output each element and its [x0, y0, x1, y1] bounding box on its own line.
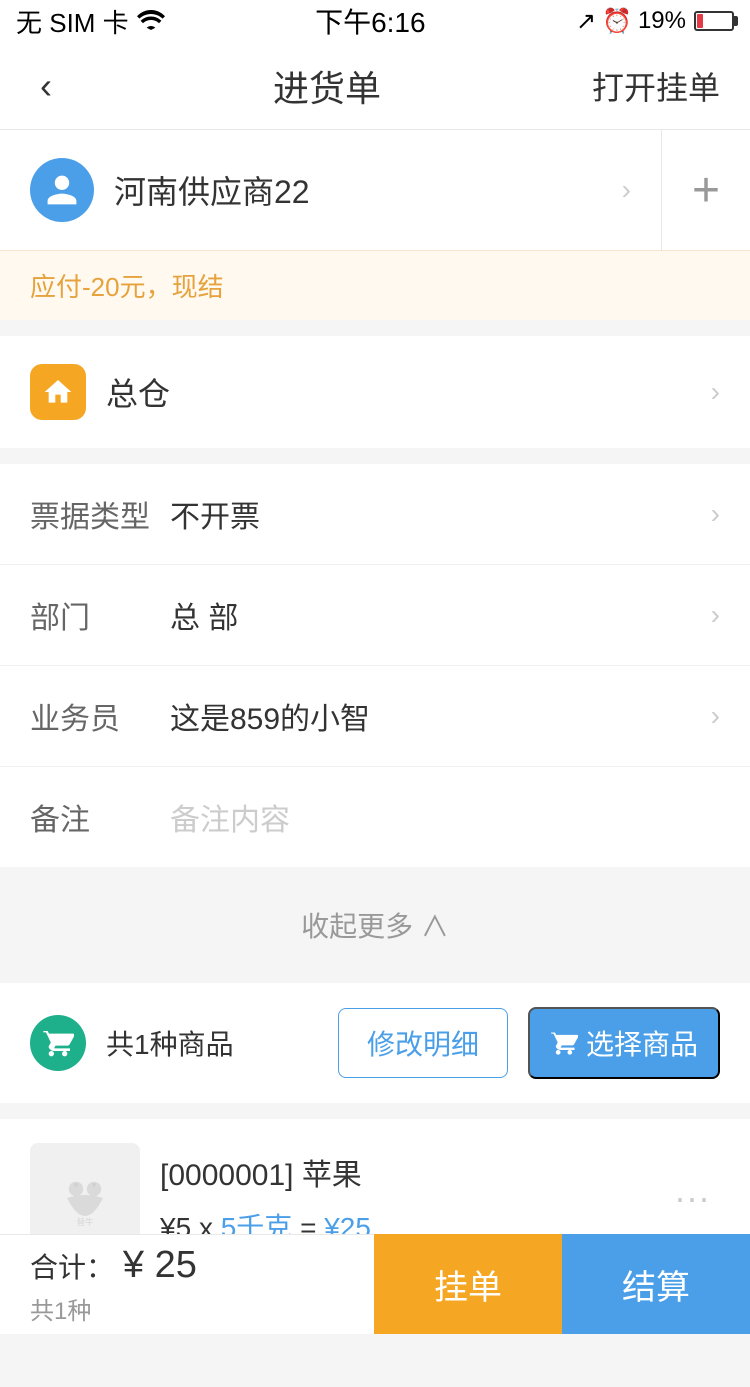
department-label: 部门 — [30, 593, 160, 637]
product-name: [0000001] 苹果 — [160, 1150, 644, 1194]
more-options-button[interactable]: ··· — [664, 1167, 720, 1229]
hang-order-button[interactable]: 挂单 — [374, 1234, 562, 1334]
wifi-icon — [137, 6, 165, 37]
supplier-name: 河南供应商22 — [114, 167, 612, 213]
salesman-row[interactable]: 业务员 这是859的小智 › — [0, 666, 750, 767]
status-left: 无 SIM 卡 — [16, 3, 165, 40]
settle-button[interactable]: 结算 — [562, 1234, 750, 1334]
warehouse-icon — [30, 364, 86, 420]
edit-detail-button[interactable]: 修改明细 — [338, 1008, 508, 1078]
product-code: [0000001] — [160, 1159, 293, 1192]
product-placeholder-icon: 替牛 — [55, 1168, 115, 1228]
select-product-label: 选择商品 — [586, 1023, 698, 1063]
svg-text:替牛: 替牛 — [77, 1217, 94, 1227]
department-value: 总 部 — [160, 593, 701, 637]
chevron-right-icon: › — [711, 498, 720, 530]
department-row[interactable]: 部门 总 部 › — [0, 565, 750, 666]
select-product-button[interactable]: 选择商品 — [528, 1007, 720, 1079]
alarm-icon: ⏰ — [602, 7, 632, 36]
remark-row[interactable]: 备注 备注内容 — [0, 767, 750, 867]
product-count: 共1种商品 — [106, 1023, 318, 1063]
warehouse-name: 总仓 — [106, 369, 701, 415]
nav-bar: ‹ 进货单 打开挂单 — [0, 42, 750, 130]
supplier-selector[interactable]: 河南供应商22 › — [0, 130, 662, 250]
total-section: 合计： ¥ 25 共1种 — [0, 1234, 374, 1334]
back-button[interactable]: ‹ — [30, 55, 62, 117]
product-info: [0000001] 苹果 ¥5 x 5千克 = ¥25 — [160, 1150, 644, 1246]
total-count: 共1种 — [30, 1291, 344, 1326]
chevron-right-icon: › — [711, 376, 720, 408]
form-section: 票据类型 不开票 › 部门 总 部 › 业务员 这是859的小智 › 备注 备注… — [0, 464, 750, 867]
total-value: ¥ 25 — [123, 1244, 197, 1286]
page-title: 进货单 — [273, 60, 381, 112]
chevron-right-icon: › — [711, 700, 720, 732]
supplier-section: 河南供应商22 › + — [0, 130, 750, 250]
status-time: 下午6:16 — [315, 1, 426, 41]
add-supplier-button[interactable]: + — [662, 130, 750, 250]
warehouse-selector[interactable]: 总仓 › — [0, 336, 750, 448]
product-header: 共1种商品 修改明细 选择商品 — [0, 983, 750, 1103]
location-icon: ↗ — [576, 7, 596, 36]
bottom-bar: 合计： ¥ 25 共1种 挂单 结算 — [0, 1234, 750, 1334]
remark-label: 备注 — [30, 795, 160, 839]
product-icon — [30, 1015, 86, 1071]
invoice-label: 票据类型 — [30, 492, 160, 536]
main-content: 河南供应商22 › + 应付-20元，现结 总仓 › 票据类型 不开票 › 部门… — [0, 130, 750, 1387]
status-right: ↗ ⏰ 19% — [576, 7, 734, 36]
payment-hint: 应付-20元，现结 — [0, 250, 750, 320]
product-title: 苹果 — [302, 1159, 362, 1192]
chevron-right-icon: › — [711, 599, 720, 631]
battery-text: 19% — [638, 7, 686, 35]
select-product-icon — [550, 1029, 578, 1057]
supplier-avatar — [30, 158, 94, 222]
invoice-type-row[interactable]: 票据类型 不开票 › — [0, 464, 750, 565]
chevron-right-icon: › — [622, 174, 631, 206]
salesman-value: 这是859的小智 — [160, 694, 701, 738]
status-bar: 无 SIM 卡 下午6:16 ↗ ⏰ 19% — [0, 0, 750, 42]
collapse-button[interactable]: 收起更多 ∧ — [0, 883, 750, 967]
total-label: 合计： — [30, 1252, 114, 1283]
battery-icon — [694, 11, 734, 31]
salesman-label: 业务员 — [30, 694, 160, 738]
carrier-text: 无 SIM 卡 — [16, 3, 129, 40]
total-amount: 合计： ¥ 25 — [30, 1244, 344, 1287]
remark-input[interactable]: 备注内容 — [160, 795, 720, 839]
invoice-value: 不开票 — [160, 492, 701, 536]
open-hang-button[interactable]: 打开挂单 — [592, 63, 720, 109]
divider — [0, 320, 750, 336]
